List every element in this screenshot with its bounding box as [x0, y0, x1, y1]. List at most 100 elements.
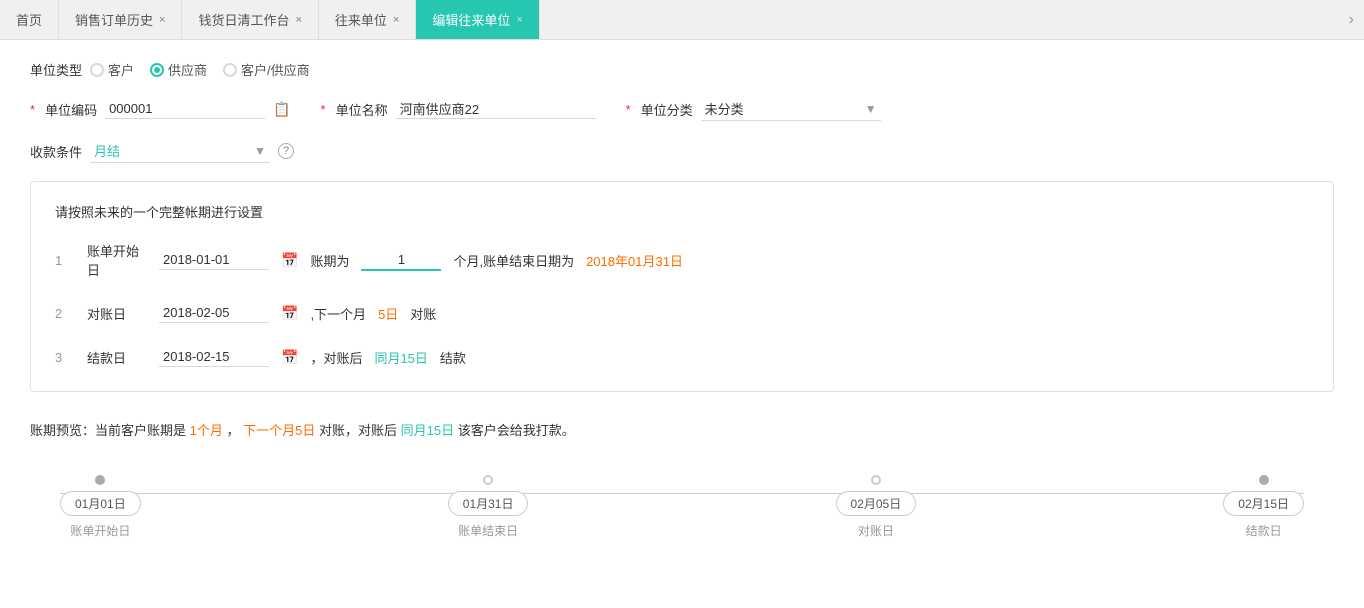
unit-category-select[interactable]: 未分类 ▼	[701, 97, 881, 121]
timeline-dot-2	[483, 475, 493, 485]
timeline-label-4: 结款日	[1246, 522, 1282, 539]
tab-partners-close[interactable]: ×	[393, 14, 399, 26]
period-label-3: 结款日	[87, 348, 147, 367]
period-suffix-3: 结款	[440, 348, 466, 367]
payment-help-icon[interactable]: ?	[278, 143, 294, 159]
period-highlight-2: 5日	[378, 304, 398, 323]
radio-supplier[interactable]: 供应商	[150, 60, 207, 79]
tab-edit-partner[interactable]: 编辑往来单位 ×	[416, 0, 539, 39]
tab-edit-partner-close[interactable]: ×	[516, 14, 522, 26]
radio-customer-circle	[90, 63, 104, 77]
radio-both-label: 客户/供应商	[241, 60, 310, 79]
period-date-1[interactable]	[159, 250, 269, 270]
tab-partners-label: 往来单位	[335, 10, 387, 29]
period-middle-text-1: 账期为	[310, 251, 349, 270]
timeline-dot-3	[871, 475, 881, 485]
unit-category-dropdown-icon: ▼	[865, 102, 877, 116]
period-num-3: 3	[55, 350, 75, 365]
timeline-badge-1: 01月01日	[60, 491, 141, 516]
preview-middle2: 对账，对账后	[319, 423, 397, 438]
timeline-badge-2: 01月31日	[448, 491, 529, 516]
unit-name-required: *	[321, 102, 326, 117]
tab-home[interactable]: 首页	[0, 0, 59, 39]
timeline-point-2: 01月31日 账单结束日	[448, 475, 529, 539]
payment-field: 收款条件 月结 ▼ ?	[30, 139, 294, 163]
unit-name-field: * 单位名称	[321, 99, 596, 119]
period-calendar-1[interactable]: 📅	[281, 252, 298, 269]
radio-customer-label: 客户	[108, 60, 134, 79]
tab-home-label: 首页	[16, 10, 42, 29]
period-num-1: 1	[55, 253, 75, 268]
preview-text: 账期预览：当前客户账期是 1个月 ， 下一个月5日 对账，对账后 同月15日 该…	[30, 408, 1334, 455]
radio-supplier-label: 供应商	[168, 60, 207, 79]
timeline-label-1: 账单开始日	[70, 522, 130, 539]
unit-name-input[interactable]	[396, 99, 596, 119]
timeline-label-2: 账单结束日	[458, 522, 518, 539]
preview-part1: 1个月	[190, 423, 223, 438]
preview-part3: 同月15日	[401, 423, 454, 438]
period-prefix-2: ,下一个月	[310, 304, 366, 323]
unit-code-required: *	[30, 102, 35, 117]
unit-category-field: * 单位分类 未分类 ▼	[626, 97, 881, 121]
period-calendar-2[interactable]: 📅	[281, 305, 298, 322]
period-box: 请按照未来的一个完整帐期进行设置 1 账单开始日 📅 账期为 个月,账单结束日期…	[30, 181, 1334, 392]
period-label-2: 对账日	[87, 304, 147, 323]
unit-code-calendar-icon[interactable]: 📋	[273, 101, 290, 118]
preview-part2: 下一个月5日	[243, 423, 315, 438]
unit-code-field: * 单位编码 📋	[30, 99, 291, 119]
payment-dropdown-icon: ▼	[254, 144, 266, 158]
unit-category-value: 未分类	[705, 99, 865, 118]
unit-type-label: 单位类型	[30, 60, 82, 79]
timeline-badge-4: 02月15日	[1223, 491, 1304, 516]
period-highlight-1: 2018年01月31日	[586, 251, 683, 270]
period-row-3: 3 结款日 📅 ，对账后 同月15日 结款	[55, 347, 1309, 367]
payment-label: 收款条件	[30, 142, 82, 161]
period-row-1: 1 账单开始日 📅 账期为 个月,账单结束日期为 2018年01月31日	[55, 241, 1309, 279]
period-date-2[interactable]	[159, 303, 269, 323]
radio-both[interactable]: 客户/供应商	[223, 60, 310, 79]
timeline-label-3: 对账日	[858, 522, 894, 539]
timeline-section: 01月01日 账单开始日 01月31日 账单结束日 02月05日 对账日 02月…	[30, 475, 1334, 579]
timeline-point-3: 02月05日 对账日	[836, 475, 917, 539]
preview-suffix: 该客户会给我打款。	[458, 423, 575, 438]
tabs-bar: 首页 销售订单历史 × 钱货日清工作台 × 往来单位 × 编辑往来单位 × ›	[0, 0, 1364, 40]
period-prefix-3: ，对账后	[310, 348, 362, 367]
unit-name-label: 单位名称	[336, 100, 388, 119]
unit-category-required: *	[626, 102, 631, 117]
tabs-more-button[interactable]: ›	[1339, 11, 1364, 29]
unit-code-label: 单位编码	[45, 100, 97, 119]
unit-code-input[interactable]	[105, 99, 265, 119]
period-calendar-3[interactable]: 📅	[281, 349, 298, 366]
period-suffix-1: 个月,账单结束日期为	[453, 251, 574, 270]
payment-select[interactable]: 月结 ▼	[90, 139, 270, 163]
period-date-3[interactable]	[159, 347, 269, 367]
tab-cashwork-close[interactable]: ×	[295, 14, 301, 26]
period-row-2: 2 对账日 📅 ,下一个月 5日 对账	[55, 303, 1309, 323]
tab-sales-history[interactable]: 销售订单历史 ×	[59, 0, 182, 39]
timeline-dot-4	[1259, 475, 1269, 485]
tab-cashwork[interactable]: 钱货日清工作台 ×	[182, 0, 318, 39]
period-highlight-3: 同月15日	[374, 348, 427, 367]
tab-sales-history-label: 销售订单历史	[75, 10, 153, 29]
payment-row: 收款条件 月结 ▼ ?	[30, 139, 1334, 163]
radio-customer[interactable]: 客户	[90, 60, 134, 79]
payment-value: 月结	[94, 141, 254, 160]
timeline-dot-1	[95, 475, 105, 485]
radio-supplier-circle	[150, 63, 164, 77]
period-num-2: 2	[55, 306, 75, 321]
unit-type-row: 单位类型 客户 供应商 客户/供应商	[30, 60, 1334, 79]
preview-prefix: 账期预览：当前客户账期是	[30, 423, 186, 438]
tab-edit-partner-label: 编辑往来单位	[432, 10, 510, 29]
period-number-input[interactable]	[361, 250, 441, 271]
timeline-badge-3: 02月05日	[836, 491, 917, 516]
tab-sales-history-close[interactable]: ×	[159, 14, 165, 26]
preview-middle1: ，	[227, 423, 240, 438]
period-box-title: 请按照未来的一个完整帐期进行设置	[55, 202, 1309, 221]
timeline-wrapper: 01月01日 账单开始日 01月31日 账单结束日 02月05日 对账日 02月…	[60, 475, 1304, 539]
radio-both-circle	[223, 63, 237, 77]
page-content: 单位类型 客户 供应商 客户/供应商 * 单位编码	[0, 40, 1364, 608]
tab-cashwork-label: 钱货日清工作台	[198, 10, 289, 29]
timeline-point-1: 01月01日 账单开始日	[60, 475, 141, 539]
tab-partners[interactable]: 往来单位 ×	[319, 0, 416, 39]
period-suffix-2: 对账	[410, 304, 436, 323]
